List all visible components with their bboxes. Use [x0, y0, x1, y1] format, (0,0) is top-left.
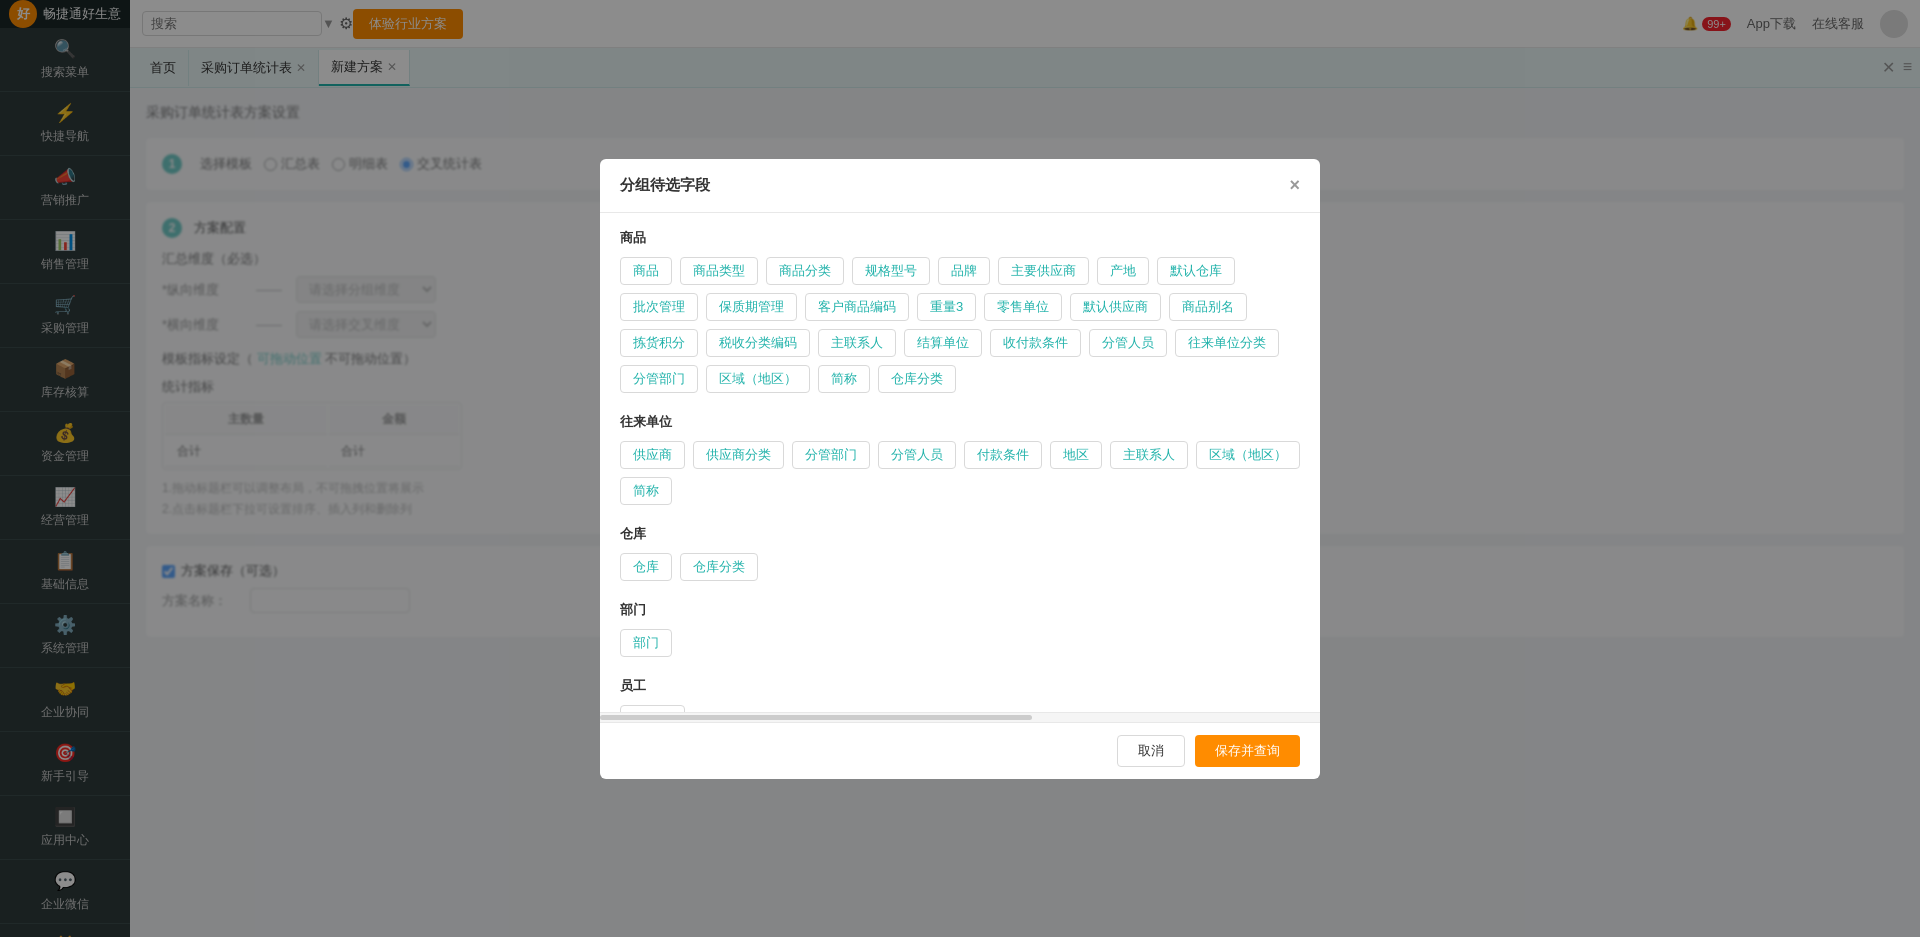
section-title-1: 往来单位	[620, 413, 1300, 431]
section-title-3: 部门	[620, 601, 1300, 619]
field-tag-1-0[interactable]: 供应商	[620, 441, 685, 469]
field-tag-0-0[interactable]: 商品	[620, 257, 672, 285]
field-tag-0-7[interactable]: 默认仓库	[1157, 257, 1235, 285]
field-tag-1-1[interactable]: 供应商分类	[693, 441, 784, 469]
field-tag-1-6[interactable]: 主联系人	[1110, 441, 1188, 469]
field-section-0: 商品商品商品类型商品分类规格型号品牌主要供应商产地默认仓库批次管理保质期管理客户…	[620, 229, 1300, 393]
save-query-button[interactable]: 保存并查询	[1195, 735, 1300, 767]
field-tag-0-8[interactable]: 批次管理	[620, 293, 698, 321]
field-tags-1: 供应商供应商分类分管部门分管人员付款条件地区主联系人区域（地区） 简称	[620, 441, 1300, 505]
field-tag-0-13[interactable]: 默认供应商	[1070, 293, 1161, 321]
field-tag-0-20[interactable]: 分管人员	[1089, 329, 1167, 357]
field-tag-0-12[interactable]: 零售单位	[984, 293, 1062, 321]
cancel-button[interactable]: 取消	[1117, 735, 1185, 767]
field-tag-0-6[interactable]: 产地	[1097, 257, 1149, 285]
field-tag-0-19[interactable]: 收付款条件	[990, 329, 1081, 357]
field-tag-0-24[interactable]: 简称	[818, 365, 870, 393]
field-tag-0-22[interactable]: 分管部门	[620, 365, 698, 393]
modal-overlay: 分组待选字段 × 商品商品商品类型商品分类规格型号品牌主要供应商产地默认仓库批次…	[0, 0, 1920, 937]
field-tag-0-3[interactable]: 规格型号	[852, 257, 930, 285]
modal-body[interactable]: 商品商品商品类型商品分类规格型号品牌主要供应商产地默认仓库批次管理保质期管理客户…	[600, 213, 1320, 712]
modal-title: 分组待选字段	[620, 176, 710, 195]
field-tag-0-25[interactable]: 仓库分类	[878, 365, 956, 393]
field-tag-0-16[interactable]: 税收分类编码	[706, 329, 810, 357]
modal-hscrollbar[interactable]	[600, 712, 1320, 722]
field-tag-0-5[interactable]: 主要供应商	[998, 257, 1089, 285]
field-tags-0: 商品商品类型商品分类规格型号品牌主要供应商产地默认仓库批次管理保质期管理客户商品…	[620, 257, 1300, 393]
field-tag-2-0[interactable]: 仓库	[620, 553, 672, 581]
field-tag-2-1[interactable]: 仓库分类	[680, 553, 758, 581]
section-title-2: 仓库	[620, 525, 1300, 543]
section-title-4: 员工	[620, 677, 1300, 695]
field-tag-0-17[interactable]: 主联系人	[818, 329, 896, 357]
field-tag-1-2[interactable]: 分管部门	[792, 441, 870, 469]
field-tag-4-0[interactable]: 业务员	[620, 705, 685, 712]
field-section-3: 部门部门	[620, 601, 1300, 657]
modal-close-btn[interactable]: ×	[1289, 175, 1300, 196]
field-tag-0-4[interactable]: 品牌	[938, 257, 990, 285]
field-tag-0-21[interactable]: 往来单位分类	[1175, 329, 1279, 357]
field-tag-1-4[interactable]: 付款条件	[964, 441, 1042, 469]
field-tag-0-10[interactable]: 客户商品编码	[805, 293, 909, 321]
field-tag-0-18[interactable]: 结算单位	[904, 329, 982, 357]
field-tag-1-3[interactable]: 分管人员	[878, 441, 956, 469]
field-section-4: 员工业务员	[620, 677, 1300, 712]
modal-header: 分组待选字段 ×	[600, 159, 1320, 213]
field-tag-0-1[interactable]: 商品类型	[680, 257, 758, 285]
field-tag-3-0[interactable]: 部门	[620, 629, 672, 657]
field-tags-2: 仓库仓库分类	[620, 553, 1300, 581]
field-tag-1-8[interactable]: 简称	[620, 477, 672, 505]
field-section-1: 往来单位供应商供应商分类分管部门分管人员付款条件地区主联系人区域（地区） 简称	[620, 413, 1300, 505]
field-tag-1-7[interactable]: 区域（地区）	[1196, 441, 1300, 469]
modal-footer: 取消 保存并查询	[600, 722, 1320, 779]
field-tag-0-14[interactable]: 商品别名	[1169, 293, 1247, 321]
field-tag-0-9[interactable]: 保质期管理	[706, 293, 797, 321]
field-section-2: 仓库仓库仓库分类	[620, 525, 1300, 581]
field-tag-0-23[interactable]: 区域（地区）	[706, 365, 810, 393]
field-tags-3: 部门	[620, 629, 1300, 657]
field-tags-4: 业务员	[620, 705, 1300, 712]
field-tag-0-11[interactable]: 重量3	[917, 293, 976, 321]
field-tag-0-2[interactable]: 商品分类	[766, 257, 844, 285]
field-select-modal: 分组待选字段 × 商品商品商品类型商品分类规格型号品牌主要供应商产地默认仓库批次…	[600, 159, 1320, 779]
modal-hscroll-thumb	[600, 715, 1032, 720]
section-title-0: 商品	[620, 229, 1300, 247]
field-tag-0-15[interactable]: 拣货积分	[620, 329, 698, 357]
field-tag-1-5[interactable]: 地区	[1050, 441, 1102, 469]
